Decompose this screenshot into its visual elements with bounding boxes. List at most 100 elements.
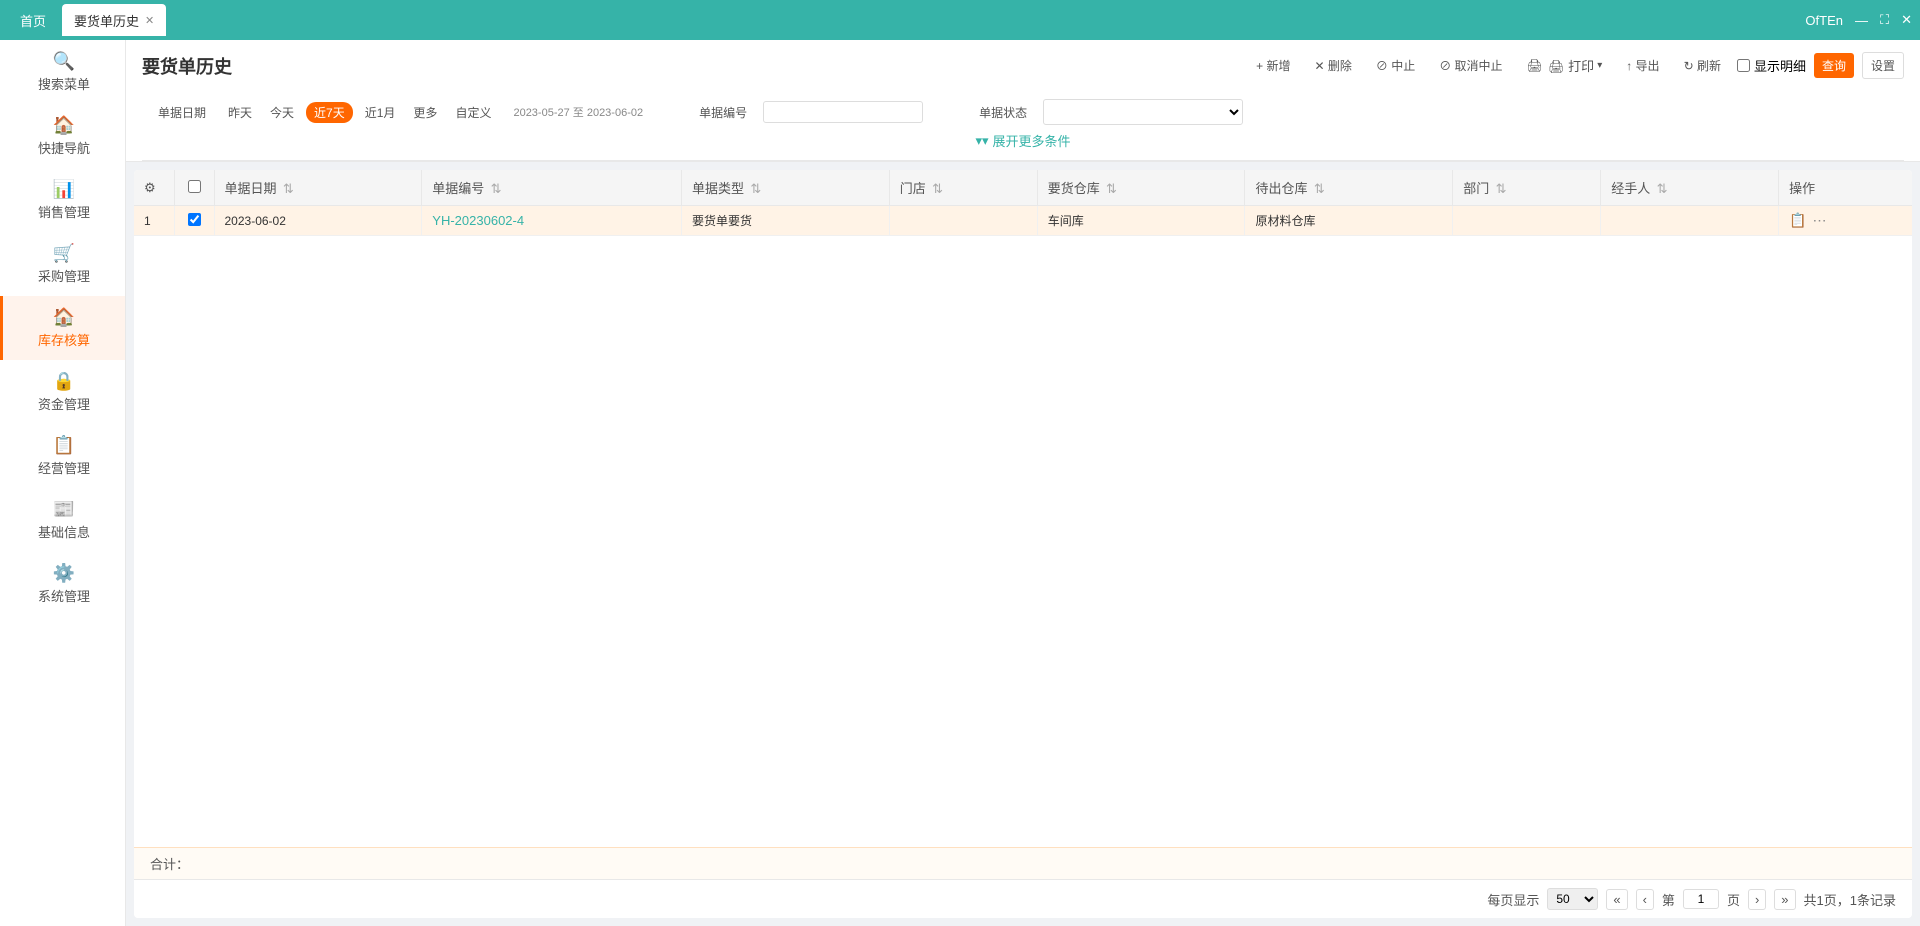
next-page-btn[interactable]: › (1748, 889, 1766, 910)
row-edit-btn[interactable]: 📋 (1789, 212, 1806, 229)
finance-icon: 🔒 (53, 372, 75, 390)
status-select[interactable] (1043, 99, 1243, 125)
sidebar-item-inventory[interactable]: 🏠 库存核算 (0, 296, 125, 360)
sidebar-label-search-menu: 搜索菜单 (38, 74, 90, 93)
page-header: 要货单历史 + 新增 ✕ 删除 ⊘ 中止 ⊘ 取消中止 🖨 🖨 打印 ▾ ↑ 导… (126, 40, 1920, 162)
date-btn-1month[interactable]: 近1月 (359, 102, 402, 123)
expand-filters-btn[interactable]: ▾▾ 展开更多条件 (975, 131, 1070, 150)
new-button[interactable]: + 新增 (1248, 53, 1298, 78)
top-bar: 首页 要货单历史 ✕ OfTEn — ⛶ ✕ (0, 0, 1920, 40)
prev-page-btn[interactable]: ‹ (1636, 889, 1654, 910)
row-store (889, 206, 1037, 236)
display-detail-label: 显示明细 (1754, 56, 1806, 75)
inventory-icon: 🏠 (53, 308, 75, 326)
per-page-label: 每页显示 (1487, 890, 1539, 909)
toolbar: + 新增 ✕ 删除 ⊘ 中止 ⊘ 取消中止 🖨 🖨 打印 ▾ ↑ 导出 ↻ 刷新… (1248, 52, 1904, 79)
sidebar-label-finance: 资金管理 (38, 394, 90, 413)
sidebar-item-sales[interactable]: 📊 销售管理 (0, 168, 125, 232)
order-no-input[interactable] (763, 101, 923, 123)
sort-store-icon[interactable]: ⇅ (932, 181, 943, 196)
sort-out-warehouse-icon[interactable]: ⇅ (1314, 181, 1325, 196)
expand-icon: ▾▾ (975, 133, 988, 149)
column-settings-icon[interactable]: ⚙ (144, 180, 156, 195)
sidebar-item-finance[interactable]: 🔒 资金管理 (0, 360, 125, 424)
expand-row: ▾▾ 展开更多条件 (158, 131, 1888, 150)
operations-icon: 📋 (53, 436, 75, 454)
status-label: 单据状态 (979, 104, 1027, 121)
sidebar-item-system[interactable]: ⚙️ 系统管理 (0, 552, 125, 616)
refresh-button[interactable]: ↻ 刷新 (1676, 53, 1729, 78)
row-handler (1601, 206, 1779, 236)
stop-button[interactable]: ⊘ 中止 (1368, 53, 1423, 78)
pagination: 每页显示 10 20 50 100 « ‹ 第 页 › » 共1页，1条记录 (134, 879, 1912, 918)
table-container: ⚙ 单据日期 ⇅ 单据编号 ⇅ (134, 170, 1912, 918)
data-table: ⚙ 单据日期 ⇅ 单据编号 ⇅ (134, 170, 1912, 236)
purchase-icon: 🛒 (53, 244, 75, 262)
per-page-select[interactable]: 10 20 50 100 (1547, 888, 1598, 910)
close-btn[interactable]: ✕ (1901, 12, 1912, 28)
table-wrapper: ⚙ 单据日期 ⇅ 单据编号 ⇅ (134, 170, 1912, 847)
sidebar-item-quick-nav[interactable]: 🏠 快捷导航 (0, 104, 125, 168)
settings-button[interactable]: 设置 (1862, 52, 1904, 79)
sidebar-label-system: 系统管理 (38, 586, 90, 605)
cancel-stop-button[interactable]: ⊘ 取消中止 (1431, 53, 1510, 78)
tab-history[interactable]: 要货单历史 ✕ (62, 4, 166, 36)
sort-type-icon[interactable]: ⇅ (750, 181, 761, 196)
row-type: 要货单要货 (681, 206, 889, 236)
sort-department-icon[interactable]: ⇅ (1496, 181, 1507, 196)
sort-order-no-icon[interactable]: ⇅ (491, 181, 502, 196)
date-btn-custom[interactable]: 自定义 (449, 102, 497, 123)
export-button[interactable]: ↑ 导出 (1618, 53, 1667, 78)
row-checkbox[interactable] (188, 213, 201, 226)
content-area: 要货单历史 + 新增 ✕ 删除 ⊘ 中止 ⊘ 取消中止 🖨 🖨 打印 ▾ ↑ 导… (126, 40, 1920, 926)
close-tab-icon[interactable]: ✕ (145, 14, 154, 27)
sidebar-item-basic-info[interactable]: 📰 基础信息 (0, 488, 125, 552)
sort-date-icon[interactable]: ⇅ (283, 181, 294, 196)
delete-button[interactable]: ✕ 删除 (1306, 53, 1359, 78)
sidebar-item-operations[interactable]: 📋 经营管理 (0, 424, 125, 488)
col-date: 单据日期 ⇅ (214, 170, 422, 206)
date-btn-more[interactable]: 更多 (407, 102, 443, 123)
expand-label: 展开更多条件 (993, 131, 1071, 150)
system-icon: ⚙️ (53, 564, 75, 582)
print-button[interactable]: 🖨 🖨 打印 ▾ (1519, 52, 1611, 79)
sort-handler-icon[interactable]: ⇅ (1657, 181, 1668, 196)
sidebar-item-purchase[interactable]: 🛒 采购管理 (0, 232, 125, 296)
row-actions: 📋 ⋯ (1779, 206, 1912, 236)
page-label: 第 (1662, 890, 1675, 909)
sidebar-item-search-menu[interactable]: 🔍 搜索菜单 (0, 40, 125, 104)
last-page-btn[interactable]: » (1774, 889, 1795, 910)
sidebar-label-basic-info: 基础信息 (38, 522, 90, 541)
sort-warehouse-icon[interactable]: ⇅ (1106, 181, 1117, 196)
tab-home[interactable]: 首页 (8, 4, 58, 36)
minimize-btn[interactable]: — (1855, 13, 1868, 28)
date-btn-yesterday[interactable]: 昨天 (222, 102, 258, 123)
table-header-row: ⚙ 单据日期 ⇅ 单据编号 ⇅ (134, 170, 1912, 206)
search-menu-icon: 🔍 (53, 52, 75, 70)
display-detail-checkbox[interactable] (1737, 59, 1750, 72)
select-all-checkbox[interactable] (188, 180, 201, 193)
page-unit: 页 (1727, 890, 1740, 909)
sales-icon: 📊 (53, 180, 75, 198)
quick-nav-icon: 🏠 (53, 116, 75, 134)
col-type: 单据类型 ⇅ (681, 170, 889, 206)
settings-column-header[interactable]: ⚙ (134, 170, 174, 206)
row-warehouse: 车间库 (1037, 206, 1245, 236)
page-title-row: 要货单历史 + 新增 ✕ 删除 ⊘ 中止 ⊘ 取消中止 🖨 🖨 打印 ▾ ↑ 导… (142, 52, 1904, 79)
checkbox-column-header (174, 170, 214, 206)
maximize-btn[interactable]: ⛶ (1880, 12, 1889, 28)
page-number-input[interactable] (1683, 889, 1719, 909)
col-store: 门店 ⇅ (889, 170, 1037, 206)
row-more-btn[interactable]: ⋯ (1813, 212, 1827, 229)
query-button[interactable]: 查询 (1814, 53, 1854, 78)
sidebar-label-purchase: 采购管理 (38, 266, 90, 285)
print-icon: 🖨 (1527, 58, 1544, 74)
date-btn-today[interactable]: 今天 (264, 102, 300, 123)
table-body: 1 2023-06-02 YH-20230602-4 要货单要货 车间库 原材料… (134, 206, 1912, 236)
row-checkbox-cell (174, 206, 214, 236)
display-detail-toggle[interactable]: 显示明细 (1737, 56, 1806, 75)
date-btn-7days[interactable]: 近7天 (306, 102, 353, 123)
first-page-btn[interactable]: « (1606, 889, 1627, 910)
date-filter-label: 单据日期 (158, 104, 206, 121)
order-no-link[interactable]: YH-20230602-4 (432, 213, 524, 228)
